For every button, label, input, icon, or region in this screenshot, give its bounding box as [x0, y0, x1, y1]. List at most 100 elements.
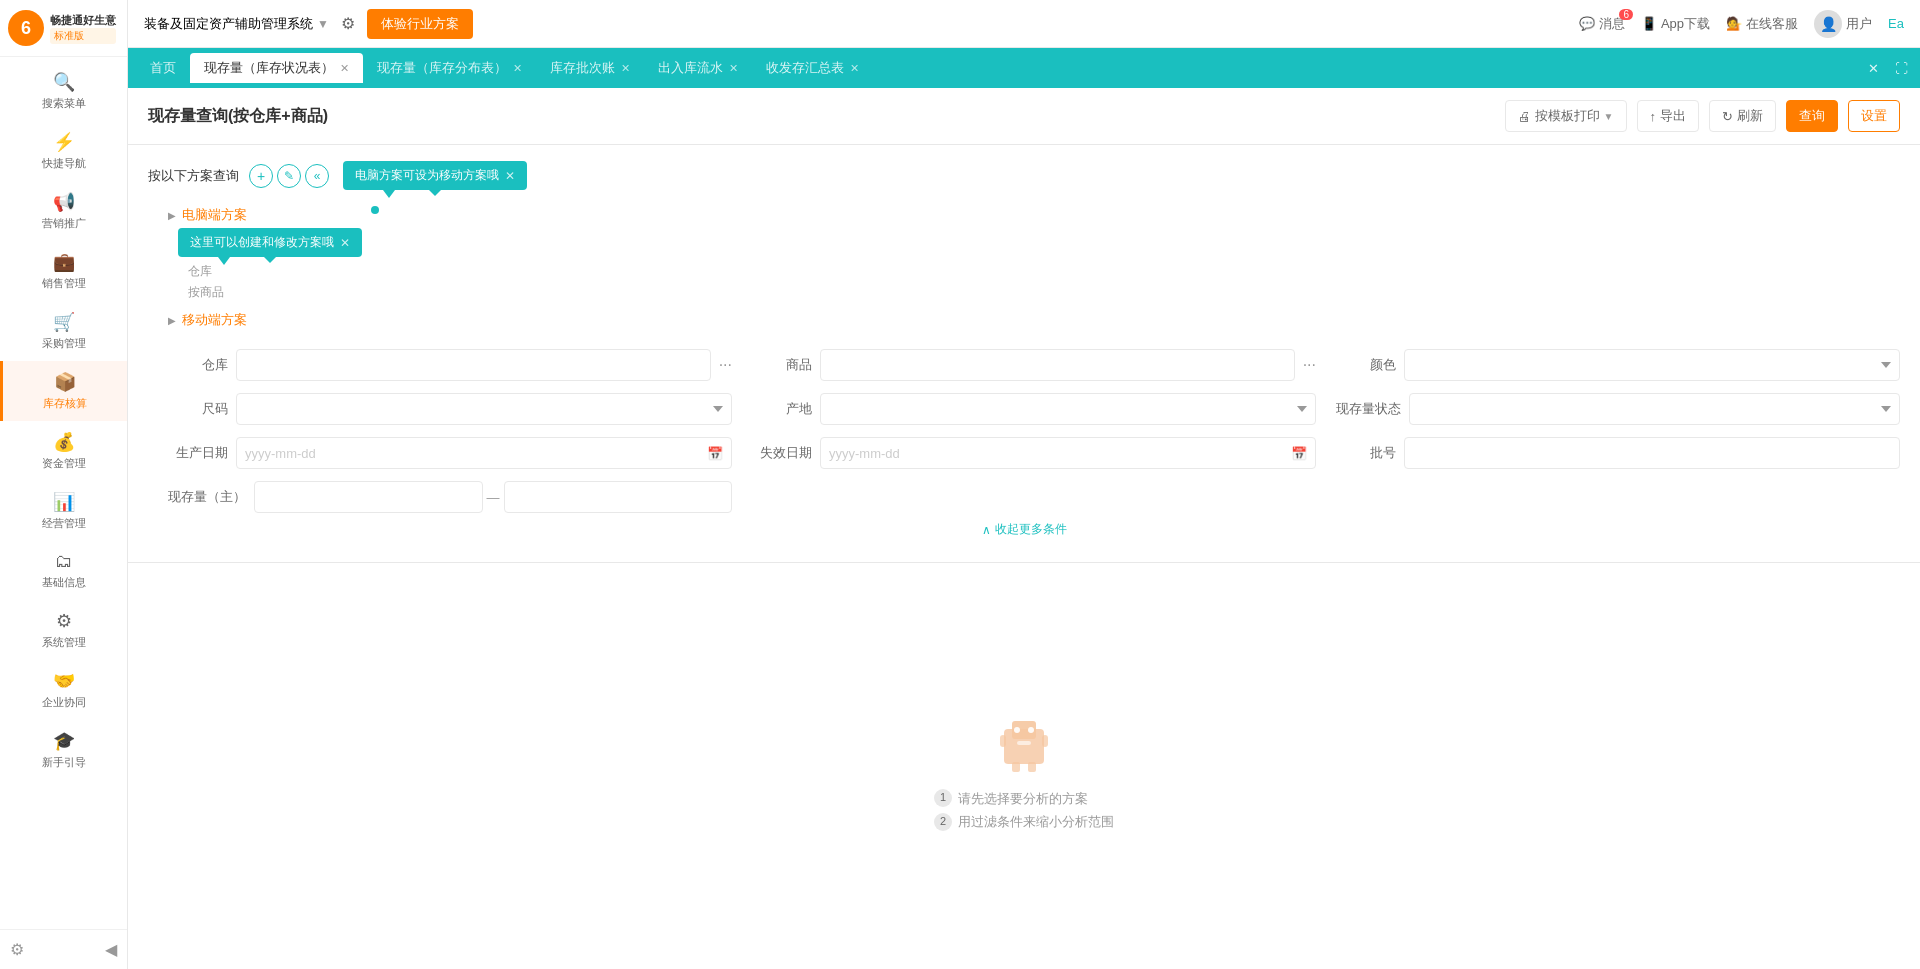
basic-nav-icon: 🗂	[55, 551, 73, 572]
finance-nav-icon: 💰	[53, 431, 75, 453]
page-title: 现存量查询(按仓库+商品)	[148, 106, 328, 127]
produce-date-calendar-icon[interactable]: 📅	[707, 446, 723, 461]
pc-scheme-label: 电脑端方案	[182, 206, 247, 224]
page-header: 现存量查询(按仓库+商品) 🖨 按模板打印 ▼ ↑ 导出 ↻ 刷新 查询 设置	[128, 88, 1920, 145]
tooltip1-close[interactable]: ✕	[505, 169, 515, 183]
message-icon: 💬	[1579, 16, 1595, 31]
sidebar-item-finance[interactable]: 💰 资金管理	[0, 421, 127, 481]
sidebar-item-cooperation[interactable]: 🤝 企业协同	[0, 660, 127, 720]
tip-num-2: 2	[934, 813, 952, 831]
sidebar-settings-btn[interactable]: ⚙	[10, 940, 24, 959]
search-button[interactable]: 查询	[1786, 100, 1838, 132]
refresh-button[interactable]: ↻ 刷新	[1709, 100, 1776, 132]
sidebar-item-guide[interactable]: 🎓 新手引导	[0, 720, 127, 780]
tab-inventory-status[interactable]: 现存量（库存状况表） ✕	[190, 53, 363, 83]
sidebar-collapse-btn[interactable]: ◀	[105, 940, 117, 959]
pc-scheme-subitems: 仓库 按商品	[188, 261, 1900, 303]
filter-warehouse-dots[interactable]: ···	[719, 356, 732, 374]
svg-rect-8	[1028, 762, 1036, 772]
filter-section: 仓库 ··· 商品 ··· 颜色	[168, 349, 1900, 513]
filter-batch-label: 批号	[1336, 444, 1396, 462]
topbar-user-text: Ea	[1888, 16, 1904, 31]
expire-date-calendar-icon[interactable]: 📅	[1291, 446, 1307, 461]
tooltip1-text: 电脑方案可设为移动方案哦	[355, 167, 499, 184]
sidebar-item-system[interactable]: ⚙ 系统管理	[0, 600, 127, 660]
tab-expand-btn[interactable]: ⛶	[1891, 57, 1912, 80]
filter-stock-status-select[interactable]	[1409, 393, 1900, 425]
content-area: 现存量查询(按仓库+商品) 🖨 按模板打印 ▼ ↑ 导出 ↻ 刷新 查询 设置	[128, 88, 1920, 969]
logo-name: 畅捷通好生意	[50, 13, 116, 28]
message-button[interactable]: 💬 消息 6	[1579, 15, 1625, 33]
svg-point-3	[1028, 727, 1034, 733]
filter-expire-date-input[interactable]: yyyy-mm-dd 📅	[820, 437, 1316, 469]
export-button[interactable]: ↑ 导出	[1637, 100, 1700, 132]
online-support-button[interactable]: 💁 在线客服	[1726, 15, 1798, 33]
tab-batch-ledger-close[interactable]: ✕	[621, 62, 630, 75]
tip-text-1: 请先选择要分析的方案	[958, 787, 1088, 810]
filter-stock-main-label: 现存量（主）	[168, 488, 246, 506]
sidebar-item-search[interactable]: 🔍 搜索菜单	[0, 61, 127, 121]
mobile-scheme-item[interactable]: ▶ 移动端方案	[168, 307, 1900, 333]
refresh-icon: ↻	[1722, 109, 1733, 124]
filter-warehouse-input[interactable]	[236, 349, 711, 381]
system-name-dropdown[interactable]: 装备及固定资产辅助管理系统 ▼	[144, 15, 329, 33]
print-button[interactable]: 🖨 按模板打印 ▼	[1505, 100, 1627, 132]
filter-color-label: 颜色	[1336, 356, 1396, 374]
sidebar-item-sales[interactable]: 💼 销售管理	[0, 241, 127, 301]
user-info[interactable]: 👤 用户	[1814, 10, 1872, 38]
tab-batch-ledger-label: 库存批次账	[550, 59, 615, 77]
tab-inout-flow-close[interactable]: ✕	[729, 62, 738, 75]
settings-action-button[interactable]: 设置	[1848, 100, 1900, 132]
filter-batch: 批号	[1336, 437, 1900, 469]
sidebar-item-basic[interactable]: 🗂 基础信息	[0, 541, 127, 600]
filter-size-select[interactable]	[236, 393, 732, 425]
scheme-tree: ▶ 电脑端方案 这里可以创建和修改方案哦 ✕ 仓库 按	[168, 202, 1900, 333]
filter-expire-date-label: 失效日期	[752, 444, 812, 462]
tab-batch-ledger[interactable]: 库存批次账 ✕	[536, 53, 644, 83]
back-scheme-btn[interactable]: «	[305, 164, 329, 188]
svg-rect-4	[1017, 741, 1031, 745]
tab-inventory-distribution-close[interactable]: ✕	[513, 62, 522, 75]
tab-inout-flow[interactable]: 出入库流水 ✕	[644, 53, 752, 83]
tab-inout-flow-label: 出入库流水	[658, 59, 723, 77]
sidebar-item-marketing[interactable]: 📢 营销推广	[0, 181, 127, 241]
sidebar-item-management[interactable]: 📊 经营管理	[0, 481, 127, 541]
tooltip-create-scheme: 这里可以创建和修改方案哦 ✕	[178, 228, 362, 257]
filter-origin-select[interactable]	[820, 393, 1316, 425]
print-icon: 🖨	[1518, 109, 1531, 124]
tab-inventory-status-close[interactable]: ✕	[340, 62, 349, 75]
search-nav-icon: 🔍	[53, 71, 75, 93]
filter-produce-date: 生产日期 yyyy-mm-dd 📅	[168, 437, 732, 469]
tab-home[interactable]: 首页	[136, 53, 190, 83]
filter-product-input[interactable]	[820, 349, 1295, 381]
sidebar-item-inventory[interactable]: 📦 库存核算	[0, 361, 127, 421]
tab-inventory-distribution[interactable]: 现存量（库存分布表） ✕	[363, 53, 536, 83]
sidebar-item-quick[interactable]: ⚡ 快捷导航	[0, 121, 127, 181]
filter-product-dots[interactable]: ···	[1303, 356, 1316, 374]
filter-stock-main-to[interactable]	[504, 481, 733, 513]
pc-scheme-arrow: ▶	[168, 210, 176, 221]
pc-scheme-item[interactable]: ▶ 电脑端方案	[168, 202, 1900, 228]
tooltip2-close[interactable]: ✕	[340, 236, 350, 250]
filter-produce-date-input[interactable]: yyyy-mm-dd 📅	[236, 437, 732, 469]
topbar-settings-icon[interactable]: ⚙	[341, 14, 355, 33]
filter-batch-input[interactable]	[1404, 437, 1900, 469]
add-scheme-btn[interactable]: +	[249, 164, 273, 188]
filter-color-select[interactable]	[1404, 349, 1900, 381]
edit-scheme-btn[interactable]: ✎	[277, 164, 301, 188]
collapse-bar[interactable]: ∧ 收起更多条件	[148, 513, 1900, 546]
tab-summary-close[interactable]: ✕	[850, 62, 859, 75]
filter-row-4: 现存量（主） —	[168, 481, 1900, 513]
sidebar: 6 畅捷通好生意 标准版 🔍 搜索菜单 ⚡ 快捷导航 📢 营销推广 💼 销售管理…	[0, 0, 128, 969]
experience-button[interactable]: 体验行业方案	[367, 9, 473, 39]
message-badge: 6	[1619, 9, 1633, 20]
topbar: 装备及固定资产辅助管理系统 ▼ ⚙ 体验行业方案 💬 消息 6 📱 App下载 …	[128, 0, 1920, 48]
tab-summary[interactable]: 收发存汇总表 ✕	[752, 53, 873, 83]
tab-close-all-btn[interactable]: ✕	[1864, 57, 1883, 80]
management-nav-icon: 📊	[53, 491, 75, 513]
sidebar-item-purchase[interactable]: 🛒 采购管理	[0, 301, 127, 361]
app-download-button[interactable]: 📱 App下载	[1641, 15, 1710, 33]
empty-state-icon	[984, 699, 1064, 779]
filter-stock-main-from[interactable]	[254, 481, 483, 513]
topbar-left: 装备及固定资产辅助管理系统 ▼ ⚙ 体验行业方案	[144, 9, 473, 39]
